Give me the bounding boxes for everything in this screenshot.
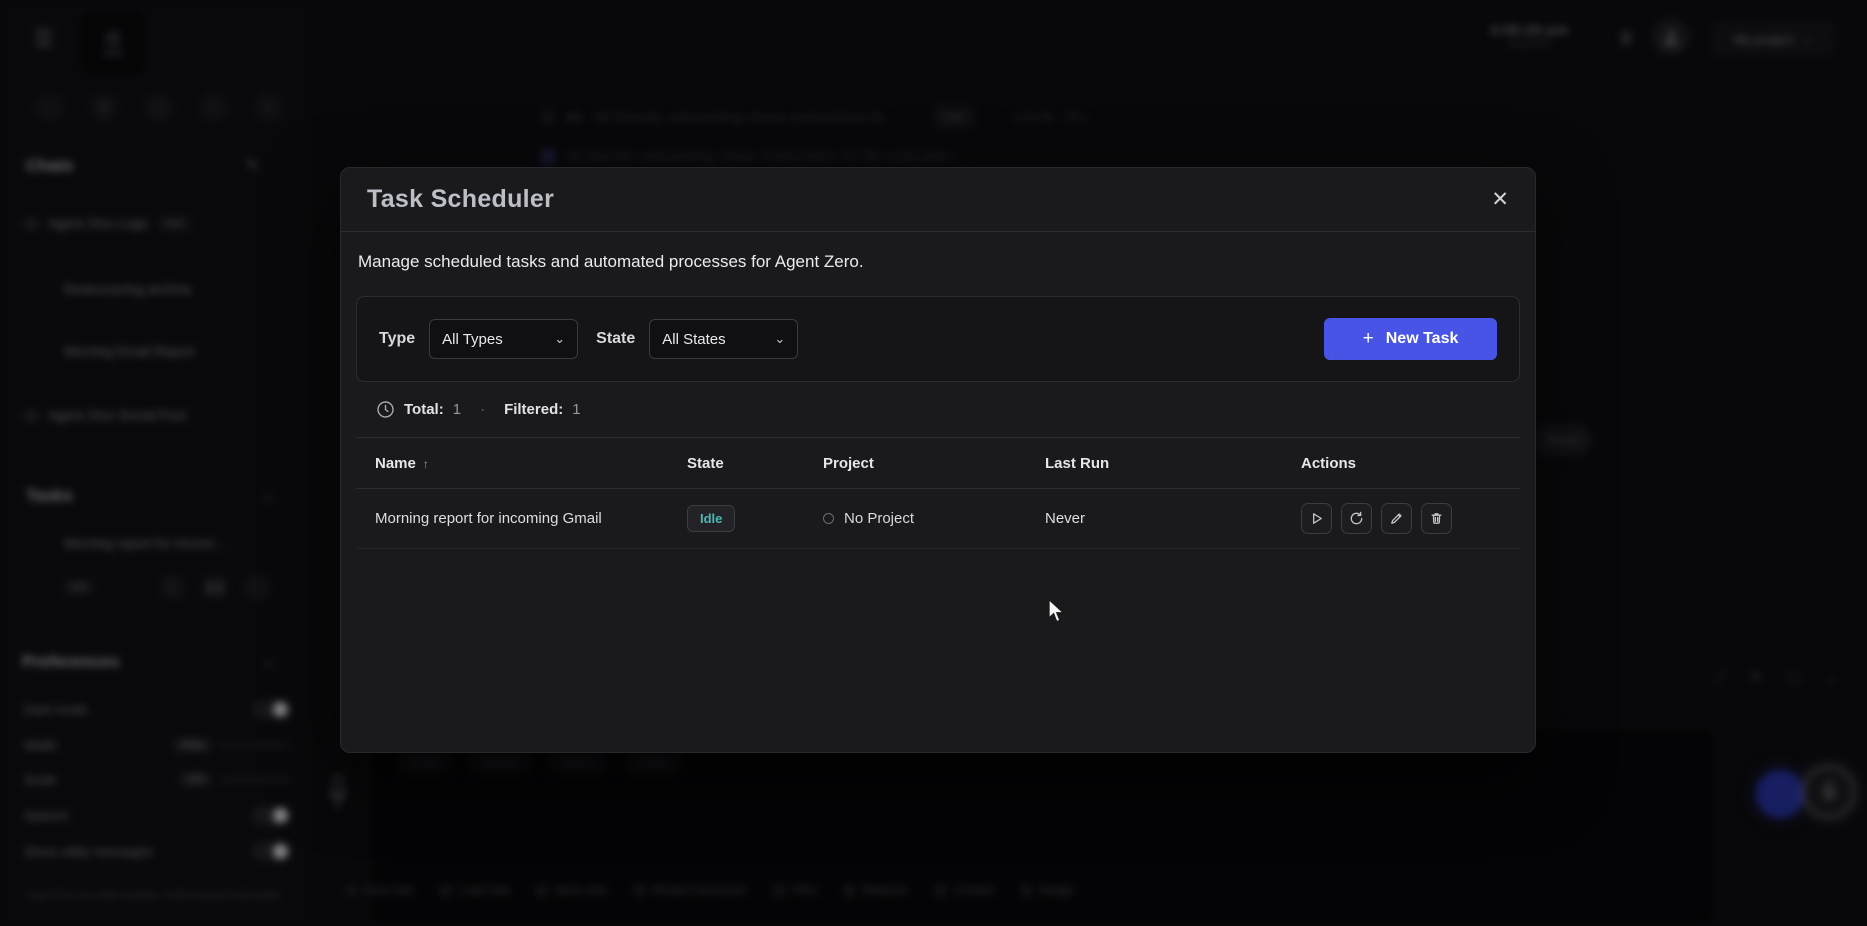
trash-icon: [1428, 510, 1445, 527]
state-filter-value: All States: [662, 331, 725, 348]
plus-icon: +: [1363, 328, 1374, 350]
state-filter-select[interactable]: All States ⌄: [649, 319, 798, 359]
run-task-button[interactable]: [1301, 503, 1332, 534]
filtered-value: 1: [572, 401, 580, 418]
table-header-row: Name ↑ State Project Last Run Actions: [356, 438, 1520, 489]
column-header-name[interactable]: Name ↑: [375, 455, 687, 472]
modal-header: Task Scheduler ✕: [341, 168, 1535, 232]
column-header-project[interactable]: Project: [823, 455, 1045, 472]
filtered-label: Filtered:: [504, 401, 563, 418]
row-actions: [1301, 503, 1520, 534]
pencil-icon: [1388, 510, 1405, 527]
task-stats-row: Total: 1 · Filtered: 1: [356, 382, 1520, 438]
column-header-actions: Actions: [1301, 455, 1520, 472]
table-row: Morning report for incoming Gmail Idle N…: [356, 489, 1520, 549]
type-filter-value: All Types: [442, 331, 503, 348]
type-filter-select[interactable]: All Types ⌄: [429, 319, 578, 359]
stats-separator: ·: [480, 401, 485, 418]
chevron-down-icon: ⌄: [774, 331, 785, 347]
type-filter-label: Type: [379, 330, 415, 348]
sort-ascending-icon: ↑: [423, 457, 429, 471]
modal-subtitle: Manage scheduled tasks and automated pro…: [358, 252, 864, 272]
column-header-state[interactable]: State: [687, 455, 823, 472]
project-circle-icon: [823, 513, 834, 524]
clock-icon: [376, 400, 395, 419]
reload-task-button[interactable]: [1341, 503, 1372, 534]
close-icon[interactable]: ✕: [1491, 189, 1509, 210]
state-filter-label: State: [596, 330, 635, 348]
mouse-cursor: [1046, 598, 1070, 630]
play-icon: [1308, 510, 1325, 527]
project-name: No Project: [844, 510, 914, 527]
refresh-icon: [1348, 510, 1365, 527]
new-task-button[interactable]: + New Task: [1324, 318, 1497, 360]
delete-task-button[interactable]: [1421, 503, 1452, 534]
total-value: 1: [453, 401, 461, 418]
column-header-last-run[interactable]: Last Run: [1045, 455, 1301, 472]
app-screen: ☰ ⌂ ⚙ ▢ ⌗ ≡ Chats ✎ Agent Zero Logs now …: [0, 0, 1867, 926]
modal-title: Task Scheduler: [367, 185, 554, 214]
edit-task-button[interactable]: [1381, 503, 1412, 534]
chevron-down-icon: ⌄: [554, 331, 565, 347]
total-label: Total:: [404, 401, 444, 418]
new-task-label: New Task: [1386, 330, 1459, 348]
project-cell: No Project: [823, 510, 1045, 527]
task-scheduler-modal: Task Scheduler ✕ Manage scheduled tasks …: [340, 167, 1536, 753]
task-name-cell[interactable]: Morning report for incoming Gmail: [375, 510, 687, 527]
filter-bar: Type All Types ⌄ State All States ⌄ + Ne…: [356, 296, 1520, 382]
last-run-cell: Never: [1045, 510, 1301, 527]
status-badge: Idle: [687, 505, 735, 532]
header-label: Name: [375, 455, 416, 472]
